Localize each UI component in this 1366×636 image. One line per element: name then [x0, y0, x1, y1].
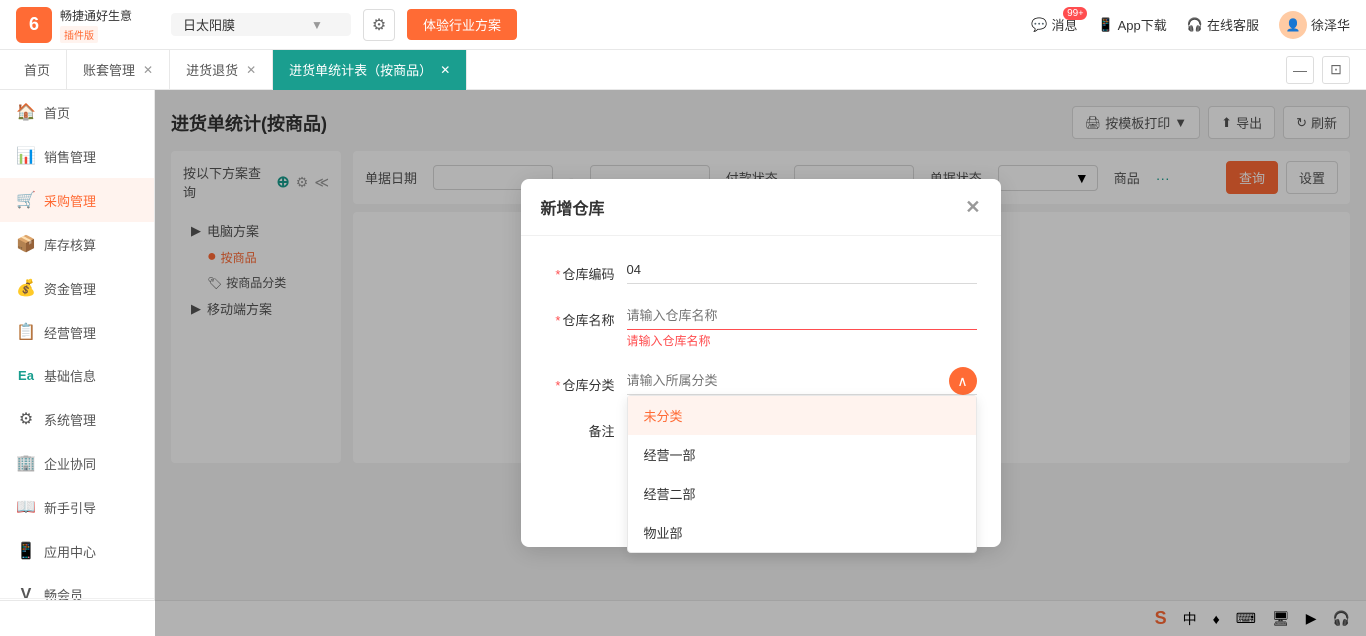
sidebar: 🏠 首页 📊 销售管理 🛒 采购管理 📦 库存核算 💰 资金管理 📋 经营管理 … — [0, 90, 155, 636]
guide-icon: 📖 — [16, 497, 36, 517]
logo-text: 畅捷通好生意 插件版 — [60, 7, 132, 43]
inventory-icon: 📦 — [16, 234, 36, 254]
dialog-body: *仓库编码 *仓库名称 请输入仓库名称 — [521, 236, 1001, 479]
sidebar-item-app-center[interactable]: 📱 应用中心 — [0, 529, 154, 573]
purchase-icon: 🛒 — [16, 190, 36, 210]
sidebar-item-inventory[interactable]: 📦 库存核算 — [0, 222, 154, 266]
sidebar-item-sales[interactable]: 📊 销售管理 — [0, 134, 154, 178]
bell-icon: 💬 — [1031, 17, 1047, 33]
home-icon: 🏠 — [16, 102, 36, 122]
name-label: *仓库名称 — [545, 302, 615, 329]
sidebar-item-guide[interactable]: 📖 新手引导 — [0, 485, 154, 529]
headset-icon: 🎧 — [1187, 17, 1203, 33]
form-row-code: *仓库编码 — [545, 256, 977, 284]
sidebar-item-enterprise[interactable]: 🏢 企业协同 — [0, 441, 154, 485]
tab-close-purchase-return[interactable]: ✕ — [246, 63, 256, 77]
system-icon: ⚙ — [16, 409, 36, 429]
trial-button[interactable]: 体验行业方案 — [407, 9, 517, 40]
code-label: *仓库编码 — [545, 256, 615, 283]
dialog-new-warehouse: 新增仓库 ✕ *仓库编码 *仓库名称 — [521, 179, 1001, 547]
app-center-icon: 📱 — [16, 541, 36, 561]
dropdown-option-property[interactable]: 物业部 — [628, 513, 976, 552]
dialog-header: 新增仓库 ✕ — [521, 179, 1001, 236]
header-search-box[interactable]: ▼ — [171, 13, 351, 36]
tab-home[interactable]: 首页 — [8, 50, 67, 90]
name-input-wrap: 请输入仓库名称 — [627, 302, 977, 349]
tab-purchase-return[interactable]: 进货退货 ✕ — [170, 50, 273, 90]
sidebar-item-operations[interactable]: 📋 经营管理 — [0, 310, 154, 354]
category-dropdown-list: 未分类 经营一部 经营二部 物业部 — [627, 395, 977, 553]
form-row-name: *仓库名称 请输入仓库名称 — [545, 302, 977, 349]
avatar: 👤 — [1279, 11, 1307, 39]
sidebar-item-basic-info[interactable]: Ea 基础信息 — [0, 354, 154, 397]
search-dropdown-arrow[interactable]: ▼ — [311, 18, 323, 32]
tab-minimize-button[interactable]: — — [1286, 56, 1314, 84]
form-row-category: *仓库分类 ∧ 未分类 经营一部 经营二部 物业部 — [545, 367, 977, 395]
dropdown-option-dept2[interactable]: 经营二部 — [628, 474, 976, 513]
logo-icon: 6 — [16, 7, 52, 43]
finance-icon: 💰 — [16, 278, 36, 298]
tab-bar-right: — ⊡ — [1286, 56, 1358, 84]
sidebar-item-system[interactable]: ⚙ 系统管理 — [0, 397, 154, 441]
sidebar-item-purchase[interactable]: 🛒 采购管理 — [0, 178, 154, 222]
header-right: 💬 消息 99+ 📱 App下载 🎧 在线客服 👤 徐泽华 — [1031, 11, 1350, 39]
dropdown-option-dept1[interactable]: 经营一部 — [628, 435, 976, 474]
top-header: 6 畅捷通好生意 插件版 ▼ ⚙ 体验行业方案 💬 消息 99+ 📱 App下载… — [0, 0, 1366, 50]
tab-close-purchase-stats[interactable]: ✕ — [440, 63, 450, 77]
tab-close-account[interactable]: ✕ — [143, 63, 153, 77]
category-label: *仓库分类 — [545, 367, 615, 394]
dropdown-option-unclassified[interactable]: 未分类 — [628, 396, 976, 435]
category-dropdown-toggle[interactable]: ∧ — [949, 367, 977, 395]
app-download-button[interactable]: 📱 App下载 — [1097, 15, 1166, 34]
dialog-close-button[interactable]: ✕ — [965, 197, 980, 218]
modal-overlay[interactable]: 新增仓库 ✕ *仓库编码 *仓库名称 — [155, 90, 1366, 636]
tab-maximize-button[interactable]: ⊡ — [1322, 56, 1350, 84]
warehouse-code-input[interactable] — [627, 256, 977, 284]
search-input[interactable] — [183, 17, 303, 32]
settings-gear-button[interactable]: ⚙ — [363, 9, 395, 41]
online-service-button[interactable]: 🎧 在线客服 — [1187, 15, 1259, 34]
sidebar-item-finance[interactable]: 💰 资金管理 — [0, 266, 154, 310]
notes-label: 备注 — [545, 413, 615, 440]
name-error-message: 请输入仓库名称 — [627, 332, 977, 349]
logo-area: 6 畅捷通好生意 插件版 — [16, 7, 171, 43]
dialog-title: 新增仓库 — [541, 195, 605, 219]
tab-purchase-stats[interactable]: 进货单统计表（按商品） ✕ — [273, 50, 467, 90]
operations-icon: 📋 — [16, 322, 36, 342]
mobile-icon: 📱 — [1097, 17, 1113, 33]
main-layout: 🏠 首页 📊 销售管理 🛒 采购管理 📦 库存核算 💰 资金管理 📋 经营管理 … — [0, 90, 1366, 636]
sidebar-item-home[interactable]: 🏠 首页 — [0, 90, 154, 134]
notifications-button[interactable]: 💬 消息 99+ — [1031, 15, 1077, 34]
basic-info-icon: Ea — [16, 368, 36, 383]
category-input[interactable] — [627, 367, 977, 395]
category-select-wrap: ∧ 未分类 经营一部 经营二部 物业部 — [627, 367, 977, 395]
tab-account[interactable]: 账套管理 ✕ — [67, 50, 170, 90]
sales-icon: 📊 — [16, 146, 36, 166]
tab-bar: 首页 账套管理 ✕ 进货退货 ✕ 进货单统计表（按商品） ✕ — ⊡ — [0, 50, 1366, 90]
user-profile-button[interactable]: 👤 徐泽华 — [1279, 11, 1350, 39]
warehouse-name-input[interactable] — [627, 302, 977, 330]
content-area: 进货单统计(按商品) 🖨 按模板打印 ▼ ⬆ 导出 ↻ 刷新 — [155, 90, 1366, 636]
enterprise-icon: 🏢 — [16, 453, 36, 473]
notification-badge: 99+ — [1063, 7, 1087, 20]
